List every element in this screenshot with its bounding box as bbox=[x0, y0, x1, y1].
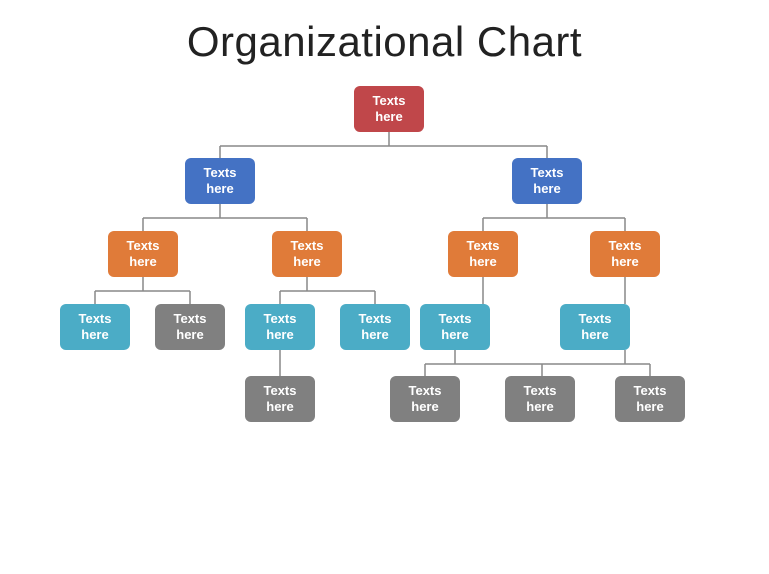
org-chart: Textshere Textshere Textshere Textshere … bbox=[0, 76, 769, 574]
node-l3b: Textshere bbox=[155, 304, 225, 350]
node-l3d: Textshere bbox=[340, 304, 410, 350]
node-l3f: Textshere bbox=[560, 304, 630, 350]
node-root: Textshere bbox=[354, 86, 424, 132]
node-l4d: Textshere bbox=[615, 376, 685, 422]
node-l4a: Textshere bbox=[245, 376, 315, 422]
node-l2b: Textshere bbox=[272, 231, 342, 277]
node-l2d: Textshere bbox=[590, 231, 660, 277]
node-l1b: Textshere bbox=[512, 158, 582, 204]
node-l4c: Textshere bbox=[505, 376, 575, 422]
node-l1a: Textshere bbox=[185, 158, 255, 204]
page-title: Organizational Chart bbox=[187, 18, 582, 66]
node-l4b: Textshere bbox=[390, 376, 460, 422]
node-l3c: Textshere bbox=[245, 304, 315, 350]
node-l3a: Textshere bbox=[60, 304, 130, 350]
node-l2a: Textshere bbox=[108, 231, 178, 277]
node-l3e: Textshere bbox=[420, 304, 490, 350]
node-l2c: Textshere bbox=[448, 231, 518, 277]
